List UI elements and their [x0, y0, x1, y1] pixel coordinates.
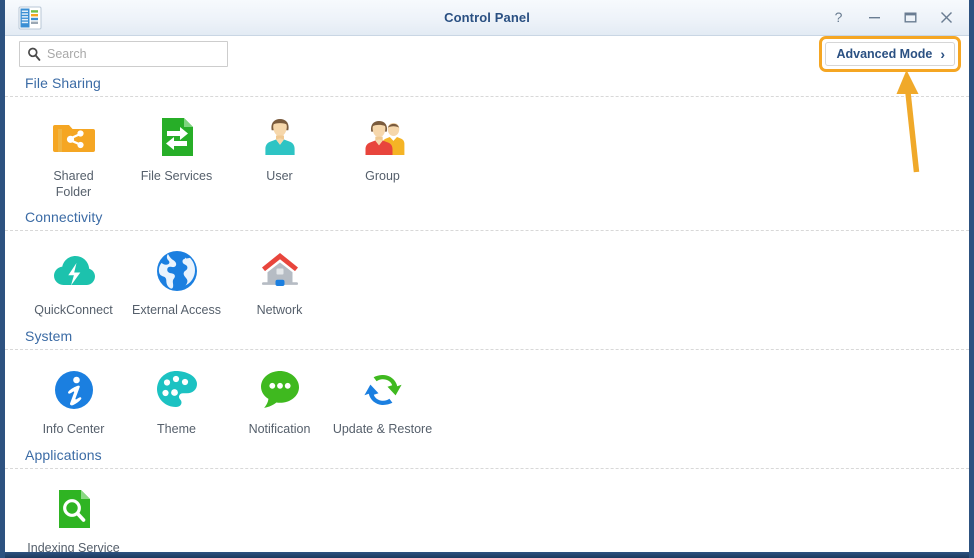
help-button[interactable]: ? — [830, 9, 847, 26]
tile-notification[interactable]: Notification — [228, 364, 331, 438]
tile-user[interactable]: User — [228, 111, 331, 185]
title-bar: Control Panel ? — [5, 0, 969, 36]
tile-group-applications: Indexing Service — [5, 469, 969, 553]
tile-label: Shared Folder — [53, 169, 94, 199]
tile-label: User — [266, 169, 293, 183]
advanced-mode-wrapper: Advanced Mode › — [819, 36, 961, 72]
tile-group-connectivity: QuickConnect External Access Network — [5, 231, 969, 325]
section-title-connectivity: Connectivity — [25, 209, 103, 226]
tile-shared-folder[interactable]: Shared Folder — [22, 111, 125, 200]
tile-info-center[interactable]: Info Center — [22, 364, 125, 438]
network-house-icon — [256, 247, 304, 295]
tile-label: Update & Restore — [332, 421, 433, 436]
external-access-globe-icon — [153, 247, 201, 295]
section-title-system: System — [25, 327, 73, 344]
tile-group-file-sharing: Shared Folder File Services User Group — [5, 97, 969, 206]
close-button[interactable] — [938, 9, 955, 26]
notification-bubble-icon — [256, 366, 304, 414]
user-icon — [256, 113, 304, 161]
tile-label: File Services — [140, 169, 213, 183]
tile-label: Notification — [248, 421, 311, 436]
tile-label: Info Center — [42, 421, 105, 436]
tile-external-access[interactable]: External Access — [125, 245, 228, 319]
tile-update-restore[interactable]: Update & Restore — [331, 364, 434, 438]
tile-indexing-service[interactable]: Indexing Service — [22, 483, 125, 553]
section-applications: Applications Indexing Service — [5, 444, 969, 553]
section-connectivity: Connectivity QuickConnect External Acces… — [5, 206, 969, 325]
quickconnect-cloud-icon — [50, 247, 98, 295]
indexing-service-icon — [50, 485, 98, 533]
advanced-mode-button[interactable]: Advanced Mode › — [825, 42, 955, 66]
window-title: Control Panel — [444, 10, 530, 25]
advanced-mode-label: Advanced Mode — [836, 47, 933, 61]
file-services-icon — [153, 113, 201, 161]
search-input[interactable] — [47, 47, 227, 61]
tile-quickconnect[interactable]: QuickConnect — [22, 245, 125, 319]
toolbar: Advanced Mode › — [5, 36, 969, 72]
search-box[interactable] — [19, 41, 228, 67]
minimize-button[interactable] — [866, 9, 883, 26]
section-file-sharing: File Sharing Shared Folder File Services… — [5, 72, 969, 206]
tile-label: External Access — [132, 303, 221, 318]
svg-text:?: ? — [835, 10, 843, 25]
control-panel-window: Control Panel ? Search Advanced Mode › F… — [0, 0, 974, 558]
tile-label: Theme — [157, 421, 196, 436]
control-panel-content: File Sharing Shared Folder File Services… — [5, 72, 969, 552]
chevron-right-icon: › — [940, 46, 945, 62]
maximize-button[interactable] — [902, 9, 919, 26]
tile-label: QuickConnect — [34, 303, 113, 318]
search-icon — [28, 47, 41, 61]
tile-theme[interactable]: Theme — [125, 364, 228, 438]
shared-folder-icon — [50, 113, 98, 161]
control-panel-app-icon — [17, 5, 43, 31]
section-system: System Info Center Theme Notification Up… — [5, 325, 969, 444]
section-title-file-sharing: File Sharing — [25, 75, 101, 91]
tile-group-system: Info Center Theme Notification Update & … — [5, 350, 969, 444]
theme-palette-icon — [153, 366, 201, 414]
tile-group[interactable]: Group — [331, 111, 434, 185]
info-center-icon — [50, 366, 98, 414]
group-icon — [359, 113, 407, 161]
tile-label: Indexing Service — [27, 540, 120, 553]
tile-label: Network — [256, 303, 303, 318]
update-restore-icon — [359, 366, 407, 414]
window-controls: ? — [830, 9, 955, 26]
tile-label: Group — [365, 169, 400, 183]
tile-network[interactable]: Network — [228, 245, 331, 319]
section-title-applications: Applications — [25, 446, 102, 463]
tile-file-services[interactable]: File Services — [125, 111, 228, 185]
